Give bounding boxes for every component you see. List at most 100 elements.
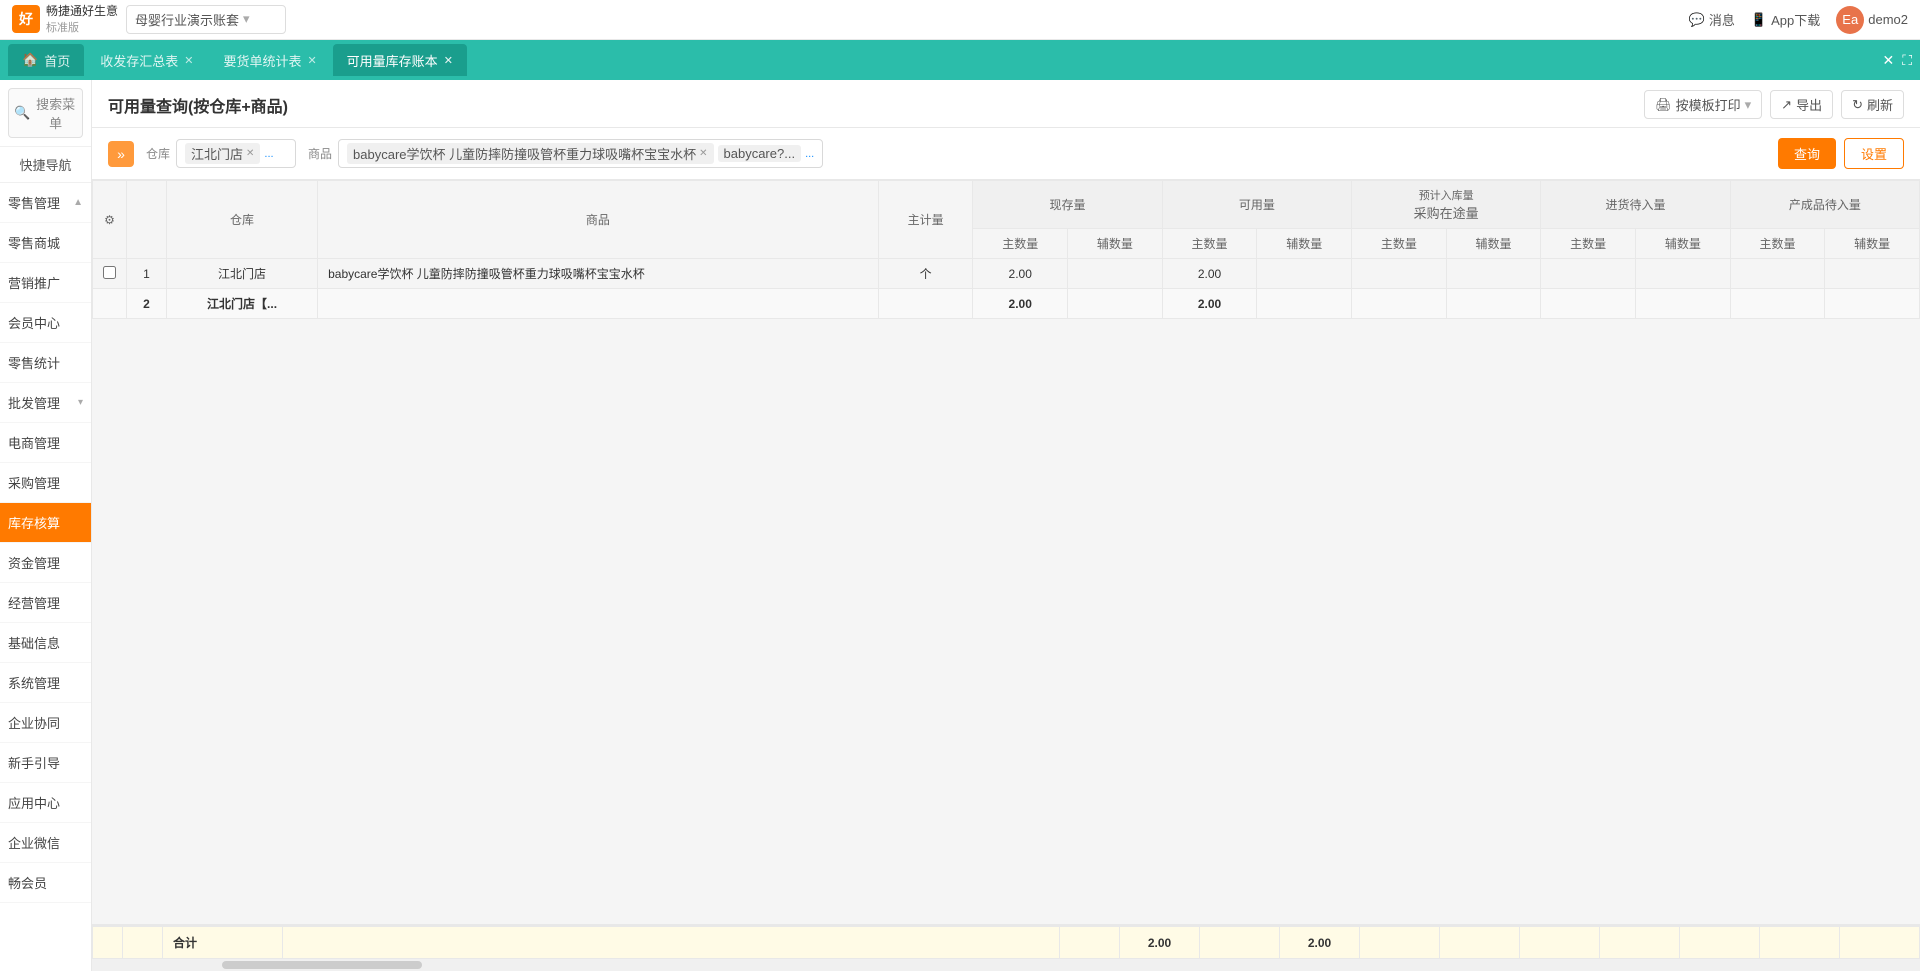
sidebar-item-retail-mgmt[interactable]: 零售管理 ▲ bbox=[0, 183, 91, 223]
sidebar-item-member[interactable]: 畅会员 bbox=[0, 863, 91, 903]
summary-current-main: 2.00 bbox=[1120, 927, 1200, 959]
data-table: ⚙ 仓库 商品 主计量 现存量 可用量 预计入库量 采购在途量 进货待入量 bbox=[92, 180, 1920, 319]
sidebar-item-wholesale-mgmt[interactable]: 批发管理 ▾ bbox=[0, 383, 91, 423]
scroll-thumb[interactable] bbox=[222, 961, 422, 969]
avatar-text: Ea bbox=[1842, 12, 1858, 27]
warehouse-tag: 江北门店 ✕ bbox=[185, 143, 260, 164]
th-transit-main: 主数量 bbox=[1352, 229, 1447, 259]
summary-empty-2 bbox=[123, 927, 163, 959]
top-bar: 好 畅捷通好生意 标准版 母婴行业演示账套 ▾ 💬 消息 📱 App下载 Ea … bbox=[0, 0, 1920, 40]
summary-empty-1 bbox=[93, 927, 123, 959]
horizontal-scrollbar[interactable] bbox=[92, 959, 1920, 971]
sidebar-item-label: 基础信息 bbox=[8, 633, 60, 652]
sidebar-item-purchase[interactable]: 采购管理 bbox=[0, 463, 91, 503]
sidebar-item-enterprise[interactable]: 企业协同 bbox=[0, 703, 91, 743]
row-checkbox[interactable] bbox=[103, 266, 116, 279]
th-transit-aux: 辅数量 bbox=[1446, 229, 1541, 259]
sidebar-item-member-center[interactable]: 会员中心 bbox=[0, 303, 91, 343]
username: demo2 bbox=[1868, 12, 1908, 27]
warehouse-filter-input[interactable]: 江北门店 ✕ ... bbox=[176, 139, 296, 168]
sidebar-item-app-center[interactable]: 应用中心 bbox=[0, 783, 91, 823]
query-button[interactable]: 查询 bbox=[1778, 138, 1836, 169]
sidebar-item-label: 会员中心 bbox=[8, 313, 60, 332]
window-close-icon[interactable]: ✕ bbox=[1882, 52, 1894, 69]
cell-warehouse: 江北门店【... bbox=[167, 289, 318, 319]
page-header: 可用量查询(按仓库+商品) 🖨 按模板打印 ▾ ↗ 导出 ↻ 刷新 bbox=[92, 80, 1920, 128]
sidebar-item-retail-mall[interactable]: 零售商城 bbox=[0, 223, 91, 263]
tab-receipts-label: 收发存汇总表 bbox=[100, 51, 178, 70]
summary-empty-unit bbox=[1060, 927, 1120, 959]
cell-unit: 个 bbox=[878, 259, 973, 289]
page-title: 可用量查询(按仓库+商品) bbox=[108, 93, 288, 117]
sidebar-item-label: 资金管理 bbox=[8, 553, 60, 572]
tab-available-stock[interactable]: 可用量库存账本 ✕ bbox=[333, 44, 467, 76]
th-product: 商品 bbox=[318, 181, 879, 259]
sidebar-nav-button[interactable]: 快捷导航 bbox=[0, 147, 91, 183]
sidebar-item-new-guide[interactable]: 新手引导 bbox=[0, 743, 91, 783]
sidebar-item-label: 零售统计 bbox=[8, 353, 60, 372]
th-settings: ⚙ bbox=[93, 181, 127, 259]
sidebar-item-ecommerce[interactable]: 电商管理 bbox=[0, 423, 91, 463]
search-menu-button[interactable]: 🔍 搜索菜单 bbox=[8, 88, 83, 138]
sidebar-item-finance[interactable]: 资金管理 bbox=[0, 543, 91, 583]
sidebar-item-label: 新手引导 bbox=[8, 753, 60, 772]
settings-button[interactable]: 设置 bbox=[1844, 138, 1904, 169]
sidebar-item-label: 畅会员 bbox=[8, 873, 47, 892]
cell-checkbox[interactable] bbox=[93, 289, 127, 319]
cell-avail-main: 2.00 bbox=[1162, 289, 1257, 319]
sidebar-item-system[interactable]: 系统管理 bbox=[0, 663, 91, 703]
content-area: 可用量查询(按仓库+商品) 🖨 按模板打印 ▾ ↗ 导出 ↻ 刷新 » bbox=[92, 80, 1920, 971]
cell-prod-aux bbox=[1825, 289, 1920, 319]
product-tag-1: babycare学饮杯 儿童防摔防撞吸管杯重力球吸嘴杯宝宝水杯 ✕ bbox=[347, 143, 713, 164]
cell-current-main: 2.00 bbox=[973, 259, 1068, 289]
product-tag-1-close[interactable]: ✕ bbox=[699, 148, 707, 159]
warehouse-tag-close[interactable]: ✕ bbox=[246, 148, 254, 159]
th-num bbox=[127, 181, 167, 259]
cell-transit-main bbox=[1352, 289, 1447, 319]
export-button[interactable]: ↗ 导出 bbox=[1770, 90, 1833, 119]
summary-current-aux bbox=[1200, 927, 1280, 959]
sidebar-item-inventory[interactable]: 库存核算 bbox=[0, 503, 91, 543]
cell-pending-main bbox=[1541, 259, 1636, 289]
app-icon: 📱 bbox=[1751, 12, 1767, 28]
sidebar-item-label: 营销推广 bbox=[8, 273, 60, 292]
tab-order-stats[interactable]: 要货单统计表 ✕ bbox=[209, 44, 330, 76]
user-action[interactable]: Ea demo2 bbox=[1836, 6, 1908, 34]
print-template-button[interactable]: 🖨 按模板打印 ▾ bbox=[1644, 90, 1762, 119]
cell-unit bbox=[878, 289, 973, 319]
sidebar-item-enterprise-wechat[interactable]: 企业微信 bbox=[0, 823, 91, 863]
sidebar-item-basic-info[interactable]: 基础信息 bbox=[0, 623, 91, 663]
th-production-pending: 产成品待入量 bbox=[1730, 181, 1919, 229]
product-more-button[interactable]: ... bbox=[805, 148, 814, 160]
tab-home[interactable]: 🏠 首页 bbox=[8, 44, 84, 76]
tab-available-stock-close[interactable]: ✕ bbox=[444, 54, 453, 67]
refresh-button[interactable]: ↻ 刷新 bbox=[1841, 90, 1904, 119]
avatar: Ea bbox=[1836, 6, 1864, 34]
tenant-selector[interactable]: 母婴行业演示账套 ▾ bbox=[126, 5, 286, 34]
sidebar-item-label: 批发管理 bbox=[8, 393, 60, 412]
window-expand-icon[interactable]: ⛶ bbox=[1902, 52, 1912, 69]
tab-receipts-close[interactable]: ✕ bbox=[184, 54, 193, 67]
summary-transit-main bbox=[1440, 927, 1520, 959]
app-download-action[interactable]: 📱 App下载 bbox=[1751, 10, 1820, 29]
table-wrapper[interactable]: ⚙ 仓库 商品 主计量 现存量 可用量 预计入库量 采购在途量 进货待入量 bbox=[92, 180, 1920, 924]
warehouse-more-button[interactable]: ... bbox=[264, 148, 273, 160]
product-filter-input[interactable]: babycare学饮杯 儿童防摔防撞吸管杯重力球吸嘴杯宝宝水杯 ✕ babyca… bbox=[338, 139, 823, 168]
sidebar-item-retail-stats[interactable]: 零售统计 bbox=[0, 343, 91, 383]
cell-current-aux bbox=[1068, 259, 1163, 289]
cell-checkbox[interactable] bbox=[93, 259, 127, 289]
sidebar-item-operations[interactable]: 经营管理 bbox=[0, 583, 91, 623]
top-bar-right: 💬 消息 📱 App下载 Ea demo2 bbox=[1689, 6, 1908, 34]
message-action[interactable]: 💬 消息 bbox=[1689, 10, 1735, 29]
page-actions: 🖨 按模板打印 ▾ ↗ 导出 ↻ 刷新 bbox=[1644, 90, 1904, 119]
sidebar-item-marketing[interactable]: 营销推广 bbox=[0, 263, 91, 303]
tab-order-stats-close[interactable]: ✕ bbox=[307, 54, 316, 67]
filter-toggle-button[interactable]: » bbox=[108, 141, 134, 167]
summary-pending-aux bbox=[1680, 927, 1760, 959]
product-tag-text-2: babycare?... bbox=[724, 146, 796, 161]
sidebar-item-label: 电商管理 bbox=[8, 433, 60, 452]
summary-avail-main: 2.00 bbox=[1280, 927, 1360, 959]
cell-num: 2 bbox=[127, 289, 167, 319]
tab-receipts[interactable]: 收发存汇总表 ✕ bbox=[86, 44, 207, 76]
th-unit: 主计量 bbox=[878, 181, 973, 259]
